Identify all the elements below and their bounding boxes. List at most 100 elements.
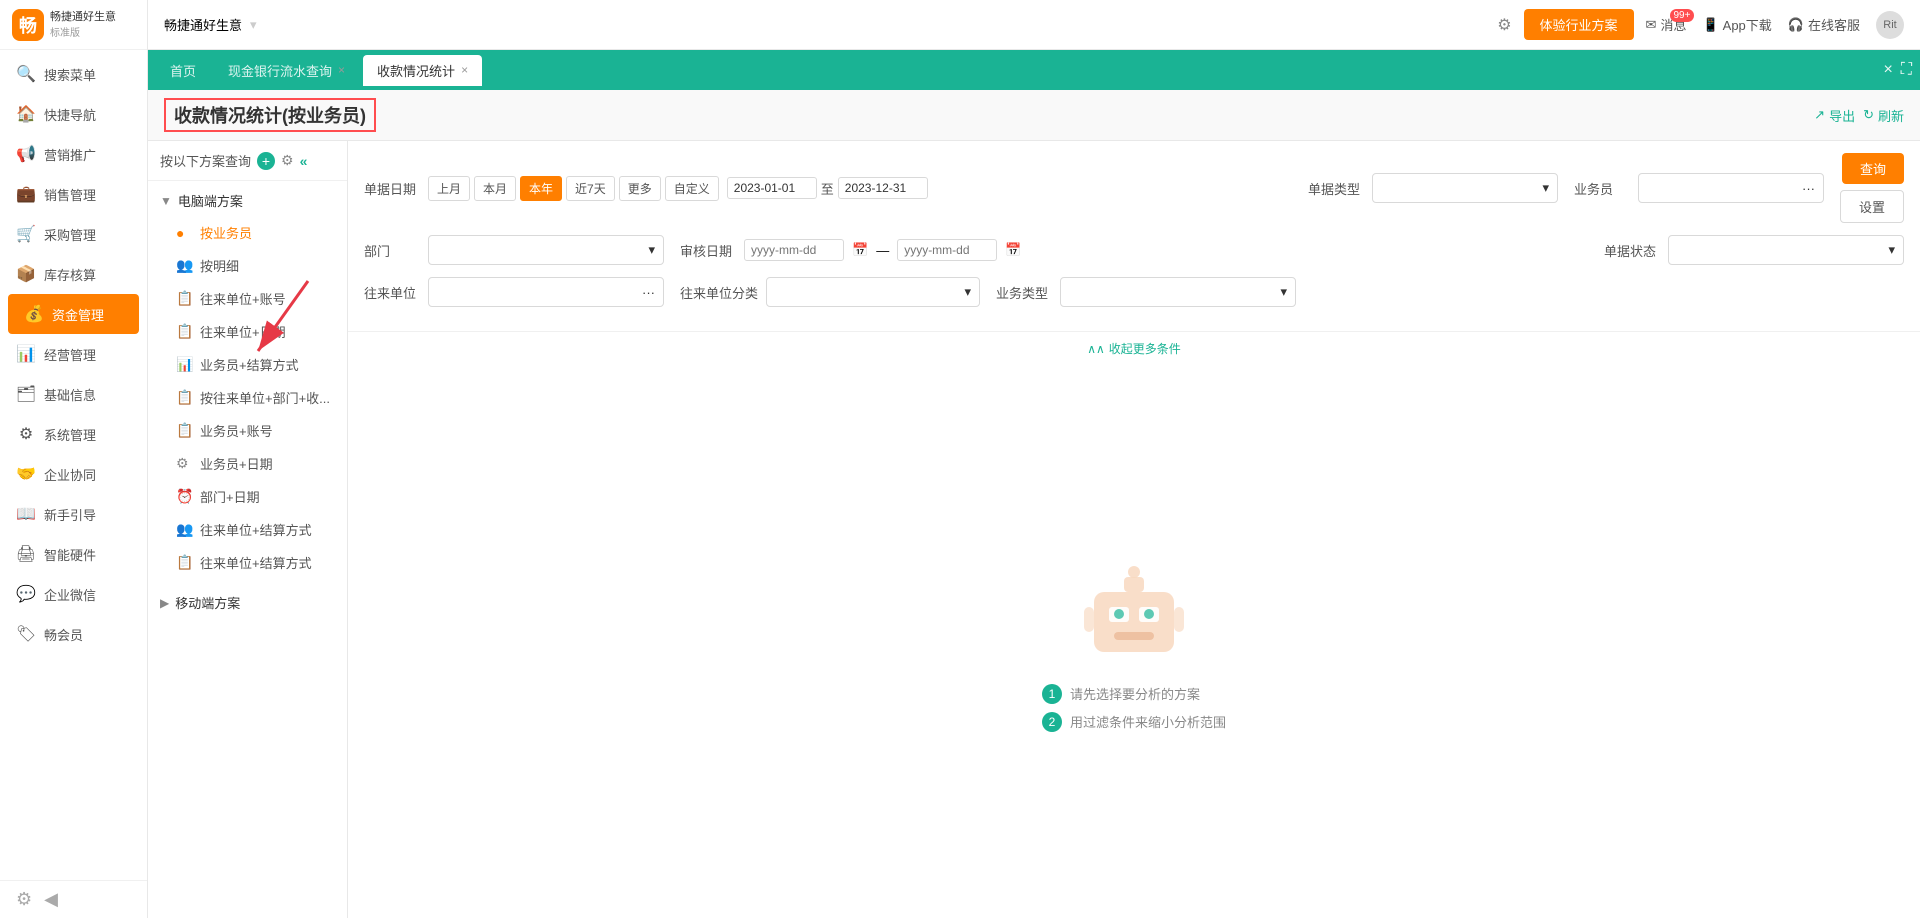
sidebar-item-inventory[interactable]: 📦 库存核算 — [0, 254, 147, 294]
tab-close-all-icon[interactable]: × — [1883, 61, 1892, 79]
partner-more-icon[interactable]: ··· — [642, 285, 655, 300]
scheme-item-partner-account[interactable]: 📋 往来单位+账号 — [148, 282, 347, 315]
sidebar-item-wechat[interactable]: 💬 企业微信 — [0, 574, 147, 614]
doc-type-dropdown-icon: ▾ — [1542, 180, 1549, 196]
tip-text-1: 请先选择要分析的方案 — [1070, 684, 1200, 703]
settings-bottom-icon[interactable]: ⚙ — [16, 889, 32, 910]
refresh-button[interactable]: ↻ 刷新 — [1863, 106, 1904, 125]
scheme-item-salesperson-account[interactable]: 📋 业务员+账号 — [148, 414, 347, 447]
header-settings-icon[interactable]: ⚙ — [1497, 15, 1511, 35]
scheme-item-detail[interactable]: 👥 按明细 — [148, 249, 347, 282]
service-icon: 🎧 — [1788, 17, 1804, 33]
date-btn-this-month[interactable]: 本月 — [474, 176, 516, 201]
tab-fullscreen-icon[interactable]: ⛶ — [1901, 61, 1912, 79]
tab-receipt-close[interactable]: × — [461, 63, 468, 77]
scheme-collapse-icon[interactable]: « — [300, 153, 308, 169]
sidebar-item-purchase[interactable]: 🛒 采购管理 — [0, 214, 147, 254]
sidebar-item-hardware[interactable]: 🖨 智能硬件 — [0, 534, 147, 574]
page-title: 收款情况统计(按业务员) — [164, 98, 376, 132]
dept-select[interactable]: ▾ — [428, 235, 664, 265]
doc-type-select[interactable]: ▾ — [1372, 173, 1558, 203]
partner-type-dropdown-icon: ▾ — [964, 284, 971, 300]
home-icon: 🏠 — [16, 104, 36, 124]
scheme-settings-icon[interactable]: ⚙ — [281, 152, 294, 169]
trial-button[interactable]: 体验行业方案 — [1524, 9, 1634, 40]
sidebar-item-guide[interactable]: 📖 新手引导 — [0, 494, 147, 534]
salesperson-more-icon[interactable]: ··· — [1802, 181, 1815, 196]
scheme-item-salesperson-date[interactable]: ⚙ 业务员+日期 — [148, 447, 347, 480]
breadcrumb-arrow: ▾ — [250, 17, 257, 33]
export-button[interactable]: ↗ 导出 — [1814, 106, 1855, 125]
app-icon: 📱 — [1702, 17, 1718, 33]
sidebar-item-finance[interactable]: 💰 资金管理 — [8, 294, 139, 334]
scheme-item-partner-settle2[interactable]: 📋 往来单位+结算方式 — [148, 546, 347, 579]
review-date-from-input[interactable] — [744, 239, 844, 261]
sidebar-item-basic[interactable]: 🗂 基础信息 — [0, 374, 147, 414]
sidebar-item-operations[interactable]: 📊 经营管理 — [0, 334, 147, 374]
partner-type-label: 往来单位分类 — [680, 283, 758, 302]
logo-text-block: 畅捷通好生意 标准版 — [50, 10, 116, 39]
biz-type-select[interactable]: ▾ — [1060, 277, 1296, 307]
scheme-item-salesperson-settle[interactable]: 📊 业务员+结算方式 — [148, 348, 347, 381]
tab-receipt[interactable]: 收款情况统计 × — [363, 55, 482, 86]
scheme-item-partner-dept[interactable]: 📋 按往来单位+部门+收... — [148, 381, 347, 414]
tab-bank-close[interactable]: × — [338, 63, 345, 77]
biz-type-label: 业务类型 — [996, 283, 1052, 302]
user-avatar[interactable]: Rit — [1876, 11, 1904, 39]
scheme-group-desktop-header[interactable]: ▼ 电脑端方案 — [148, 185, 347, 216]
date-btn-more[interactable]: 更多 — [619, 176, 661, 201]
scheme-item-partner-date[interactable]: 📋 往来单位+日期 — [148, 315, 347, 348]
filter-row-3: 往来单位 ··· 往来单位分类 ▾ — [364, 277, 1904, 307]
doc-status-select[interactable]: ▾ — [1668, 235, 1904, 265]
date-from-input[interactable] — [727, 177, 817, 199]
scheme-item-salesperson-account-label: 业务员+账号 — [200, 421, 273, 440]
scheme-item-dept-date-label: 部门+日期 — [200, 487, 260, 506]
date-to-input[interactable] — [838, 177, 928, 199]
date-btn-7days[interactable]: 近7天 — [566, 176, 615, 201]
scheme-item-salesperson[interactable]: ● 按业务员 — [148, 216, 347, 249]
scheme-item-partner-date-label: 往来单位+日期 — [200, 322, 286, 341]
date-btn-this-year[interactable]: 本年 — [520, 176, 562, 201]
operations-icon: 📊 — [16, 344, 36, 364]
sidebar-item-marketing[interactable]: 📢 营销推广 — [0, 134, 147, 174]
query-button[interactable]: 查询 — [1842, 153, 1904, 184]
doc-type-label: 单据类型 — [1308, 179, 1364, 198]
date-btn-custom[interactable]: 自定义 — [665, 176, 719, 201]
body-area: 按以下方案查询 + ⚙ « ▼ 电脑端方案 ● 按业务员 👥 — [148, 141, 1920, 918]
scheme-item-gear-icon: ⚙ — [176, 455, 194, 472]
review-date-calendar-icon[interactable]: 📅 — [852, 242, 868, 258]
message-button[interactable]: ✉ 消息 99+ — [1646, 15, 1687, 34]
service-button[interactable]: 🎧 在线客服 — [1788, 15, 1860, 34]
sidebar-item-member[interactable]: 🏷 畅会员 — [0, 614, 147, 654]
sidebar-item-sales[interactable]: 💼 销售管理 — [0, 174, 147, 214]
review-date-calendar2-icon[interactable]: 📅 — [1005, 242, 1021, 258]
app-download-button[interactable]: 📱 App下载 — [1702, 15, 1771, 34]
salesperson-select[interactable]: ··· — [1638, 173, 1824, 203]
review-date-to-input[interactable] — [897, 239, 997, 261]
tab-bank[interactable]: 现金银行流水查询 × — [214, 55, 359, 86]
tab-bar-actions: × ⛶ — [1883, 61, 1912, 79]
collapse-sidebar-icon[interactable]: ◀ — [44, 889, 58, 910]
date-input-pair: 至 — [727, 177, 928, 199]
scheme-add-icon[interactable]: + — [257, 152, 275, 170]
empty-tip-1: 1 请先选择要分析的方案 — [1042, 684, 1226, 704]
date-btn-last-month[interactable]: 上月 — [428, 176, 470, 201]
sidebar-item-search[interactable]: 🔍 搜索菜单 — [0, 54, 147, 94]
partner-select[interactable]: ··· — [428, 277, 664, 307]
tab-bank-label: 现金银行流水查询 — [228, 61, 332, 80]
message-badge: 99+ — [1670, 9, 1695, 22]
export-label: 导出 — [1829, 106, 1855, 125]
sidebar-label-purchase: 采购管理 — [44, 225, 96, 244]
scheme-group-mobile-header[interactable]: ▶ 移动端方案 — [148, 587, 347, 618]
scheme-item-dept-date[interactable]: ⏰ 部门+日期 — [148, 480, 347, 513]
scheme-item-partner-dept-label: 按往来单位+部门+收... — [200, 388, 330, 407]
settings-button[interactable]: 设置 — [1840, 190, 1904, 223]
collapse-bar[interactable]: ∧∧ 收起更多条件 — [348, 331, 1920, 365]
sidebar-item-system[interactable]: ⚙ 系统管理 — [0, 414, 147, 454]
sidebar-item-corp[interactable]: 🤝 企业协同 — [0, 454, 147, 494]
scheme-item-partner-settle1[interactable]: 👥 往来单位+结算方式 — [148, 513, 347, 546]
sidebar-item-quicknav[interactable]: 🏠 快捷导航 — [0, 94, 147, 134]
scheme-item-salesperson-label: 按业务员 — [200, 223, 252, 242]
partner-type-select[interactable]: ▾ — [766, 277, 980, 307]
tab-home[interactable]: 首页 — [156, 55, 210, 86]
